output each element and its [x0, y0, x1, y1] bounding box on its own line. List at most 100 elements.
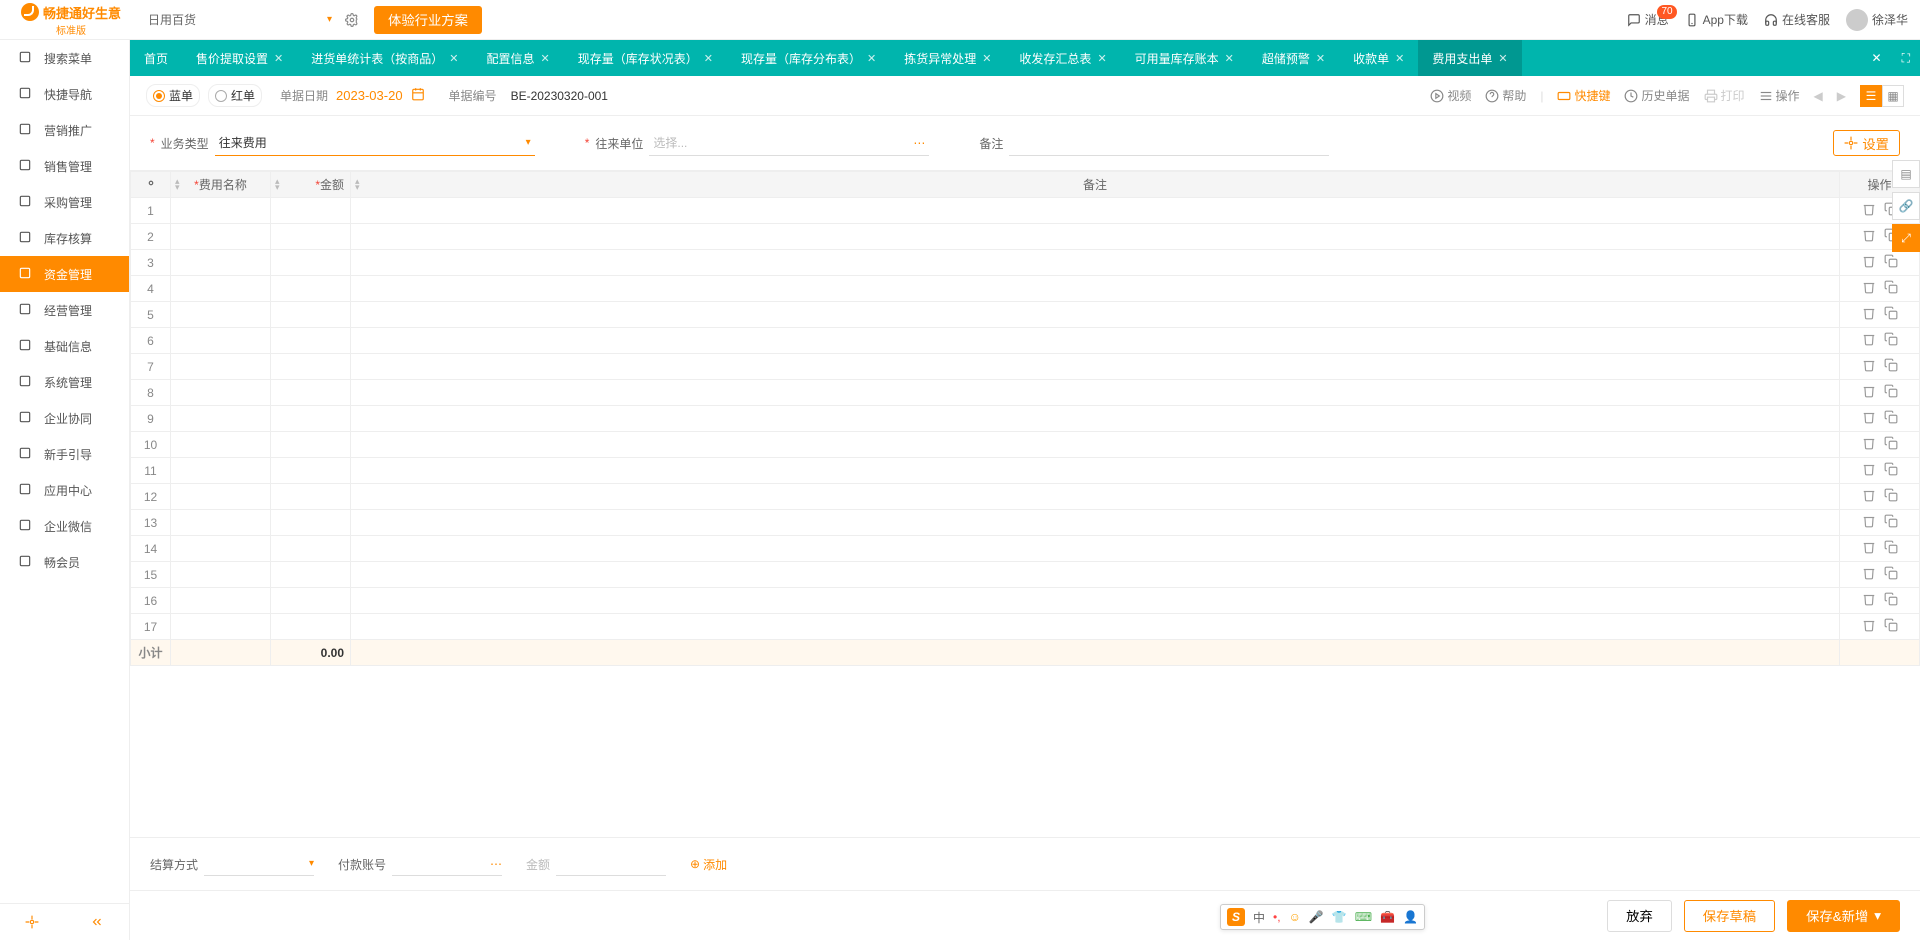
- cell-amount[interactable]: [271, 536, 351, 562]
- support-button[interactable]: 在线客服: [1764, 11, 1830, 28]
- cell-note[interactable]: [351, 380, 1840, 406]
- cell-name[interactable]: [171, 224, 271, 250]
- cell-name[interactable]: [171, 302, 271, 328]
- row-delete-icon[interactable]: [1862, 254, 1876, 271]
- sidebar-item-1[interactable]: 快捷导航: [0, 76, 129, 112]
- row-copy-icon[interactable]: [1884, 358, 1898, 375]
- more-icon[interactable]: ⋯: [913, 136, 925, 150]
- row-delete-icon[interactable]: [1862, 566, 1876, 583]
- save-new-button[interactable]: 保存&新增 ▾: [1787, 900, 1900, 932]
- float-expand-icon[interactable]: ⤢: [1892, 224, 1920, 252]
- cell-name[interactable]: [171, 562, 271, 588]
- row-delete-icon[interactable]: [1862, 280, 1876, 297]
- cell-note[interactable]: [351, 432, 1840, 458]
- radio-blue[interactable]: 蓝单: [146, 84, 200, 107]
- row-delete-icon[interactable]: [1862, 228, 1876, 245]
- biz-type-select[interactable]: 往来费用 ▾: [215, 130, 535, 156]
- sidebar-collapse-icon[interactable]: [65, 904, 130, 940]
- cell-name[interactable]: [171, 380, 271, 406]
- tab-2[interactable]: 进货单统计表（按商品）✕: [297, 40, 472, 76]
- cell-amount[interactable]: [271, 562, 351, 588]
- row-copy-icon[interactable]: [1884, 410, 1898, 427]
- sidebar-item-8[interactable]: 基础信息: [0, 328, 129, 364]
- ime-lang[interactable]: 中: [1253, 909, 1265, 926]
- radio-red[interactable]: 红单: [208, 84, 262, 107]
- row-delete-icon[interactable]: [1862, 592, 1876, 609]
- tab-close-icon[interactable]: ✕: [704, 52, 713, 65]
- tab-close-icon[interactable]: ✕: [1225, 52, 1234, 65]
- category-select[interactable]: 日用百货 ▾: [140, 6, 340, 34]
- cell-name[interactable]: [171, 536, 271, 562]
- cell-note[interactable]: [351, 562, 1840, 588]
- tab-5[interactable]: 现存量（库存分布表）✕: [727, 40, 890, 76]
- cell-amount[interactable]: [271, 328, 351, 354]
- cell-amount[interactable]: [271, 302, 351, 328]
- cell-amount[interactable]: [271, 614, 351, 640]
- tab-8[interactable]: 可用量库存账本✕: [1121, 40, 1248, 76]
- discard-button[interactable]: 放弃: [1607, 900, 1672, 932]
- cell-name[interactable]: [171, 328, 271, 354]
- pay-method-select[interactable]: ▾: [204, 852, 314, 876]
- pay-account-select[interactable]: ⋯: [392, 852, 502, 876]
- cell-amount[interactable]: [271, 406, 351, 432]
- cell-note[interactable]: [351, 614, 1840, 640]
- sidebar-item-11[interactable]: 新手引导: [0, 436, 129, 472]
- ime-punct-icon[interactable]: •,: [1273, 910, 1281, 924]
- row-delete-icon[interactable]: [1862, 436, 1876, 453]
- row-delete-icon[interactable]: [1862, 410, 1876, 427]
- more-icon[interactable]: ⋯: [490, 857, 502, 871]
- ime-emoji-icon[interactable]: ☺: [1289, 910, 1301, 924]
- sidebar-item-0[interactable]: 搜索菜单: [0, 40, 129, 76]
- th-amount[interactable]: ▴▾*金额: [271, 172, 351, 198]
- tab-11[interactable]: 费用支出单✕: [1418, 40, 1521, 76]
- cell-name[interactable]: [171, 432, 271, 458]
- cell-amount[interactable]: [271, 588, 351, 614]
- float-note-icon[interactable]: ▤: [1892, 160, 1920, 188]
- float-attach-icon[interactable]: 🔗: [1892, 192, 1920, 220]
- row-delete-icon[interactable]: [1862, 202, 1876, 219]
- remark-input[interactable]: [1009, 130, 1329, 156]
- tab-4[interactable]: 现存量（库存状况表）✕: [564, 40, 727, 76]
- cell-name[interactable]: [171, 484, 271, 510]
- app-download-button[interactable]: App下载: [1685, 11, 1748, 28]
- cell-note[interactable]: [351, 302, 1840, 328]
- party-select[interactable]: 选择... ⋯: [649, 130, 929, 156]
- cell-amount[interactable]: [271, 380, 351, 406]
- pay-amount-input[interactable]: [556, 852, 666, 876]
- cell-name[interactable]: [171, 198, 271, 224]
- tab-9[interactable]: 超储预警✕: [1248, 40, 1339, 76]
- date-value[interactable]: 2023-03-20: [336, 88, 403, 103]
- tabs-close-all[interactable]: ✕: [1862, 40, 1892, 76]
- history-link[interactable]: 历史单据: [1624, 87, 1689, 104]
- ime-voice-icon[interactable]: 🎤: [1309, 910, 1324, 924]
- print-link[interactable]: 打印: [1704, 87, 1745, 104]
- cell-note[interactable]: [351, 198, 1840, 224]
- cell-name[interactable]: [171, 588, 271, 614]
- video-link[interactable]: 视频: [1430, 87, 1471, 104]
- row-delete-icon[interactable]: [1862, 332, 1876, 349]
- help-link[interactable]: 帮助: [1485, 87, 1526, 104]
- row-delete-icon[interactable]: [1862, 306, 1876, 323]
- cell-amount[interactable]: [271, 276, 351, 302]
- tab-10[interactable]: 收款单✕: [1339, 40, 1418, 76]
- category-settings-icon[interactable]: [340, 8, 364, 32]
- row-copy-icon[interactable]: [1884, 540, 1898, 557]
- ime-toolbox-icon[interactable]: 🧰: [1380, 910, 1395, 924]
- sidebar-item-9[interactable]: 系统管理: [0, 364, 129, 400]
- sidebar-item-7[interactable]: 经营管理: [0, 292, 129, 328]
- row-copy-icon[interactable]: [1884, 280, 1898, 297]
- cell-amount[interactable]: [271, 510, 351, 536]
- tab-0[interactable]: 首页: [130, 40, 182, 76]
- cell-note[interactable]: [351, 276, 1840, 302]
- cell-note[interactable]: [351, 510, 1840, 536]
- tab-close-icon[interactable]: ✕: [1498, 52, 1507, 65]
- row-delete-icon[interactable]: [1862, 514, 1876, 531]
- cell-note[interactable]: [351, 588, 1840, 614]
- tab-close-icon[interactable]: ✕: [1316, 52, 1325, 65]
- cell-note[interactable]: [351, 536, 1840, 562]
- cell-name[interactable]: [171, 458, 271, 484]
- cell-amount[interactable]: [271, 250, 351, 276]
- view-list-icon[interactable]: ☰: [1860, 85, 1882, 107]
- cell-note[interactable]: [351, 458, 1840, 484]
- row-delete-icon[interactable]: [1862, 384, 1876, 401]
